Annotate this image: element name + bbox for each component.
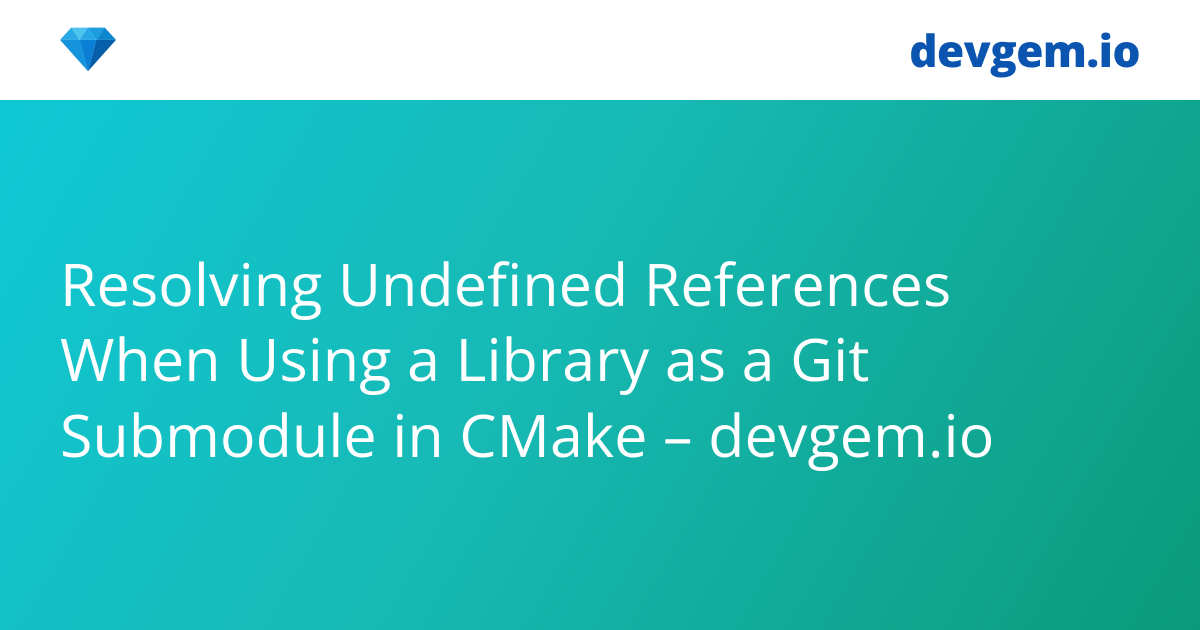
page-title: Resolving Undefined References When Usin… xyxy=(60,247,1110,474)
hero-banner: Resolving Undefined References When Usin… xyxy=(0,100,1200,630)
brand-name: devgem.io xyxy=(909,20,1140,80)
page-container: devgem.io Resolving Undefined References… xyxy=(0,0,1200,630)
header-bar: devgem.io xyxy=(0,0,1200,100)
gem-icon xyxy=(60,27,116,73)
